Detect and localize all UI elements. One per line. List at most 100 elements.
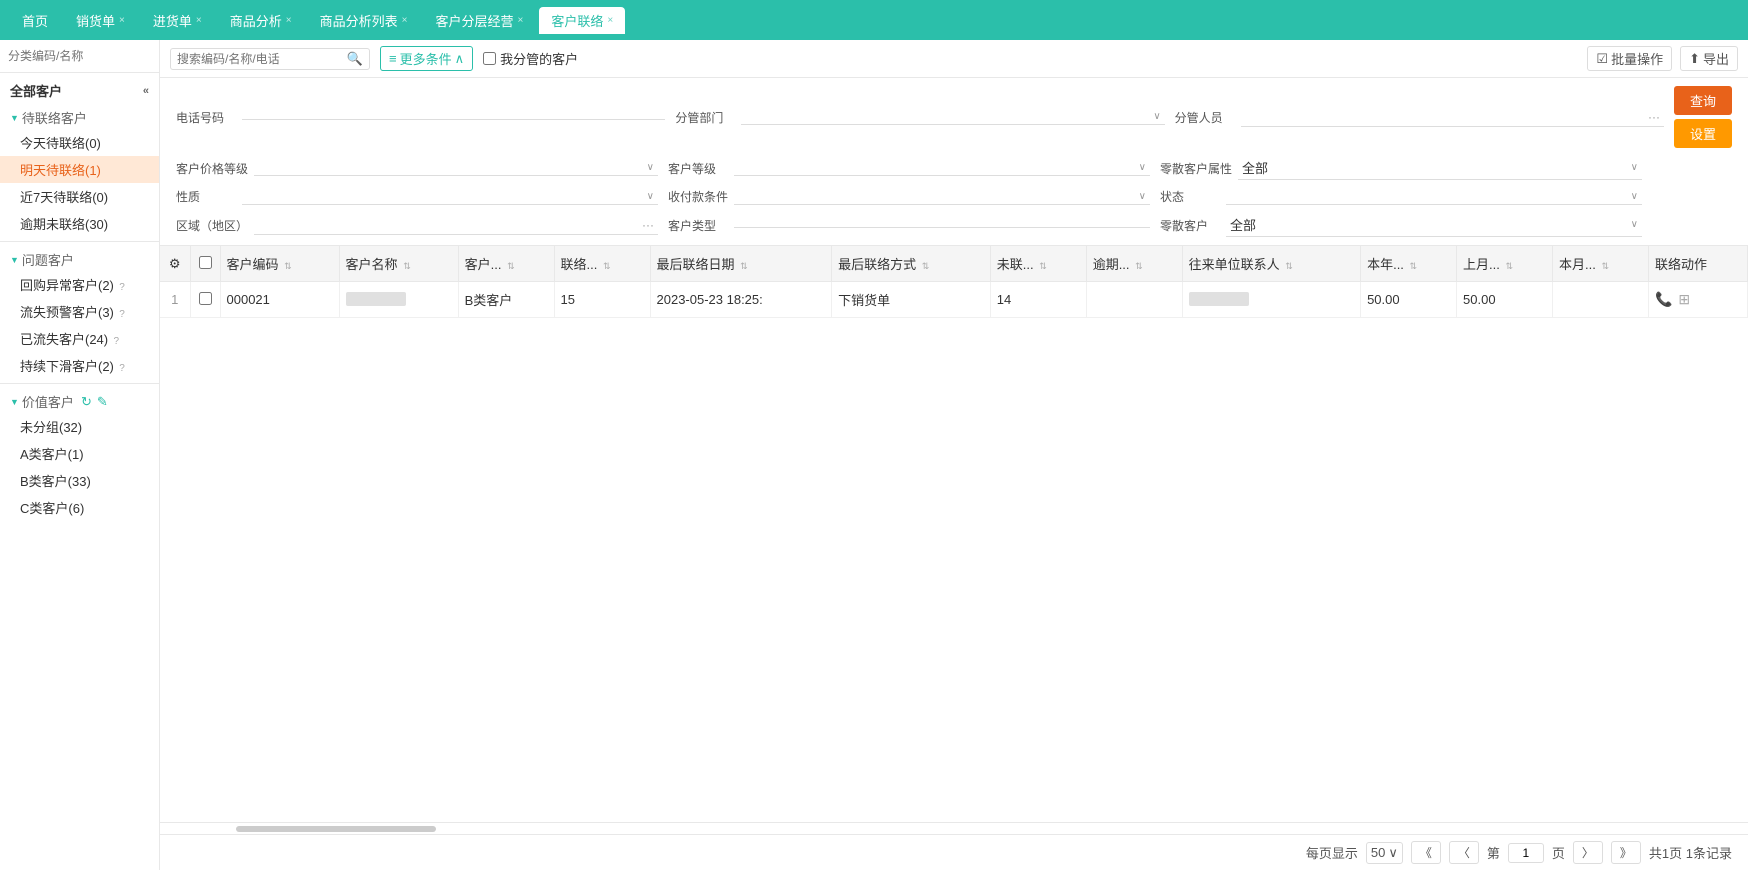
td-type: B类客户 bbox=[458, 282, 554, 318]
td-checkbox[interactable] bbox=[190, 282, 220, 318]
th-last-date-sort[interactable]: ⇅ bbox=[740, 261, 748, 271]
th-overdue-label: 逾期... bbox=[1093, 257, 1130, 272]
filter-dept-chevron: ∨ bbox=[1153, 111, 1160, 122]
table-settings-icon[interactable]: ⚙ bbox=[169, 256, 181, 271]
th-code-sort[interactable]: ⇅ bbox=[284, 261, 292, 271]
batch-ops-btn[interactable]: ☑ 批量操作 bbox=[1587, 46, 1672, 71]
filter-actions: ☑ 批量操作 ⬆ 导出 bbox=[1587, 46, 1738, 71]
last-page-btn[interactable]: 》 bbox=[1611, 841, 1641, 864]
sidebar-item-tomorrow[interactable]: 明天待联络(1) bbox=[0, 156, 159, 183]
filter-region-select[interactable]: ··· bbox=[254, 216, 658, 235]
my-customers-checkbox[interactable] bbox=[483, 52, 496, 65]
select-all-checkbox[interactable] bbox=[199, 256, 212, 269]
nav-home[interactable]: 首页 bbox=[10, 7, 60, 34]
filter-person-select[interactable]: ··· bbox=[1241, 108, 1664, 127]
first-page-btn[interactable]: 《 bbox=[1411, 841, 1441, 864]
th-contact-person-sort[interactable]: ⇅ bbox=[1285, 261, 1293, 271]
main-search-icon[interactable]: 🔍 bbox=[347, 51, 363, 67]
sidebar-item-abnormal[interactable]: 回购异常客户(2) ? bbox=[0, 271, 159, 298]
filter-retail-customer-value: 全部 bbox=[1230, 215, 1256, 234]
th-no-contact-sort[interactable]: ⇅ bbox=[1039, 261, 1047, 271]
th-this-year-sort[interactable]: ⇅ bbox=[1410, 261, 1418, 271]
nav-goods-analysis-list-close[interactable]: × bbox=[402, 15, 408, 26]
th-checkbox[interactable] bbox=[190, 246, 220, 282]
td-last-method[interactable]: 下销货单 bbox=[832, 282, 991, 318]
filter-retail-attr-select[interactable]: 全部 ∨ bbox=[1238, 156, 1642, 180]
th-settings[interactable]: ⚙ bbox=[160, 246, 190, 282]
sidebar-item-overdue[interactable]: 逾期未联络(30) bbox=[0, 210, 159, 237]
set-button[interactable]: 设置 bbox=[1674, 119, 1732, 148]
value-edit-icon[interactable]: ✎ bbox=[97, 394, 108, 410]
more-conditions-btn[interactable]: ≡ 更多条件 ∧ bbox=[380, 46, 473, 71]
sidebar-item-churned[interactable]: 已流失客户(24) ? bbox=[0, 325, 159, 352]
value-refresh-icon[interactable]: ↻ bbox=[81, 394, 92, 410]
sidebar-a-class-label: A类客户(1) bbox=[20, 447, 84, 462]
pagination-bar: 每页显示 50 ∨ 《 〈 第 页 〉 》 共1页 1条记录 bbox=[160, 834, 1748, 870]
filter-payment-select[interactable]: ∨ bbox=[734, 189, 1150, 205]
query-button[interactable]: 查询 bbox=[1674, 86, 1732, 115]
nav-goods-analysis[interactable]: 商品分析 × bbox=[218, 7, 304, 34]
sidebar-item-ungrouped[interactable]: 未分组(32) bbox=[0, 413, 159, 440]
next-page-btn[interactable]: 〉 bbox=[1573, 841, 1603, 864]
sidebar-abnormal-label: 回购异常客户(2) bbox=[20, 278, 114, 293]
filter-dept-select[interactable]: ∨ bbox=[741, 109, 1164, 125]
action-grid-icon[interactable]: ⊞ bbox=[1678, 291, 1690, 308]
sidebar-item-churn-warning[interactable]: 流失预警客户(3) ? bbox=[0, 298, 159, 325]
th-last-method-sort[interactable]: ⇅ bbox=[922, 261, 930, 271]
nav-purchase[interactable]: 进货单 × bbox=[141, 7, 214, 34]
nav-goods-analysis-close[interactable]: × bbox=[286, 15, 292, 26]
filter-price-level-select[interactable]: ∨ bbox=[254, 160, 658, 176]
nav-sales[interactable]: 销货单 × bbox=[64, 7, 137, 34]
th-action: 联络动作 bbox=[1648, 246, 1747, 282]
th-contact-count-sort[interactable]: ⇅ bbox=[603, 261, 611, 271]
filter-retail-customer-select[interactable]: 全部 ∨ bbox=[1226, 213, 1642, 237]
adv-filter-panel: 电话号码 分管部门 ∨ 分管人员 ··· bbox=[160, 78, 1748, 246]
nav-purchase-close[interactable]: × bbox=[196, 15, 202, 26]
filter-status-select[interactable]: ∨ bbox=[1226, 189, 1642, 205]
nav-customer-tier-close[interactable]: × bbox=[517, 15, 523, 26]
prev-page-btn[interactable]: 〈 bbox=[1449, 841, 1479, 864]
export-btn[interactable]: ⬆ 导出 bbox=[1680, 46, 1738, 71]
filter-phone-input[interactable] bbox=[242, 115, 665, 120]
nav-customer-contact-close[interactable]: × bbox=[607, 15, 613, 26]
th-overdue-sort[interactable]: ⇅ bbox=[1135, 261, 1143, 271]
horizontal-scrollbar[interactable] bbox=[236, 826, 436, 832]
filter-nature-select[interactable]: ∨ bbox=[242, 189, 658, 205]
page-input[interactable] bbox=[1508, 843, 1544, 863]
sidebar-item-c-class[interactable]: C类客户(6) bbox=[0, 494, 159, 521]
th-this-month-sort[interactable]: ⇅ bbox=[1601, 261, 1609, 271]
sidebar-item-a-class[interactable]: A类客户(1) bbox=[0, 440, 159, 467]
value-group-label: 价值客户 bbox=[22, 392, 74, 411]
th-this-month-label: 本月... bbox=[1559, 257, 1596, 272]
row-checkbox[interactable] bbox=[199, 292, 212, 305]
filter-customer-type-select[interactable] bbox=[734, 223, 1150, 228]
td-this-month bbox=[1552, 282, 1648, 318]
th-last-month-label: 上月... bbox=[1463, 257, 1500, 272]
th-code-label: 客户编码 bbox=[227, 257, 279, 272]
action-phone-icon[interactable]: 📞 bbox=[1655, 291, 1672, 308]
sidebar-item-b-class[interactable]: B类客户(33) bbox=[0, 467, 159, 494]
per-page-select[interactable]: 50 ∨ bbox=[1366, 842, 1403, 864]
nav-home-label: 首页 bbox=[22, 11, 48, 30]
last-method-link[interactable]: 下销货单 bbox=[838, 293, 890, 308]
nav-customer-tier[interactable]: 客户分层经营 × bbox=[423, 7, 535, 34]
my-customers-label: 我分管的客户 bbox=[500, 49, 578, 68]
sidebar-item-today[interactable]: 今天待联络(0) bbox=[0, 129, 159, 156]
th-last-month-sort[interactable]: ⇅ bbox=[1506, 261, 1514, 271]
td-action: 📞 ⊞ bbox=[1648, 282, 1747, 318]
nav-customer-contact[interactable]: 客户联络 × bbox=[539, 7, 625, 34]
sidebar-item-7days[interactable]: 近7天待联络(0) bbox=[0, 183, 159, 210]
sidebar-item-declining[interactable]: 持续下滑客户(2) ? bbox=[0, 352, 159, 379]
nav-sales-close[interactable]: × bbox=[119, 15, 125, 26]
sidebar-collapse-icon[interactable]: « bbox=[143, 85, 149, 97]
sidebar-search-input[interactable] bbox=[8, 49, 160, 63]
th-this-year-label: 本年... bbox=[1367, 257, 1404, 272]
main-search-input[interactable] bbox=[177, 52, 343, 66]
nav-goods-analysis-list[interactable]: 商品分析列表 × bbox=[308, 7, 420, 34]
per-page-chevron: ∨ bbox=[1388, 845, 1398, 861]
filter-customer-level-select[interactable]: ∨ bbox=[734, 160, 1150, 176]
filter-nature-label: 性质 bbox=[176, 188, 236, 205]
th-name-sort[interactable]: ⇅ bbox=[403, 261, 411, 271]
th-type-sort[interactable]: ⇅ bbox=[507, 261, 515, 271]
th-code: 客户编码 ⇅ bbox=[220, 246, 339, 282]
